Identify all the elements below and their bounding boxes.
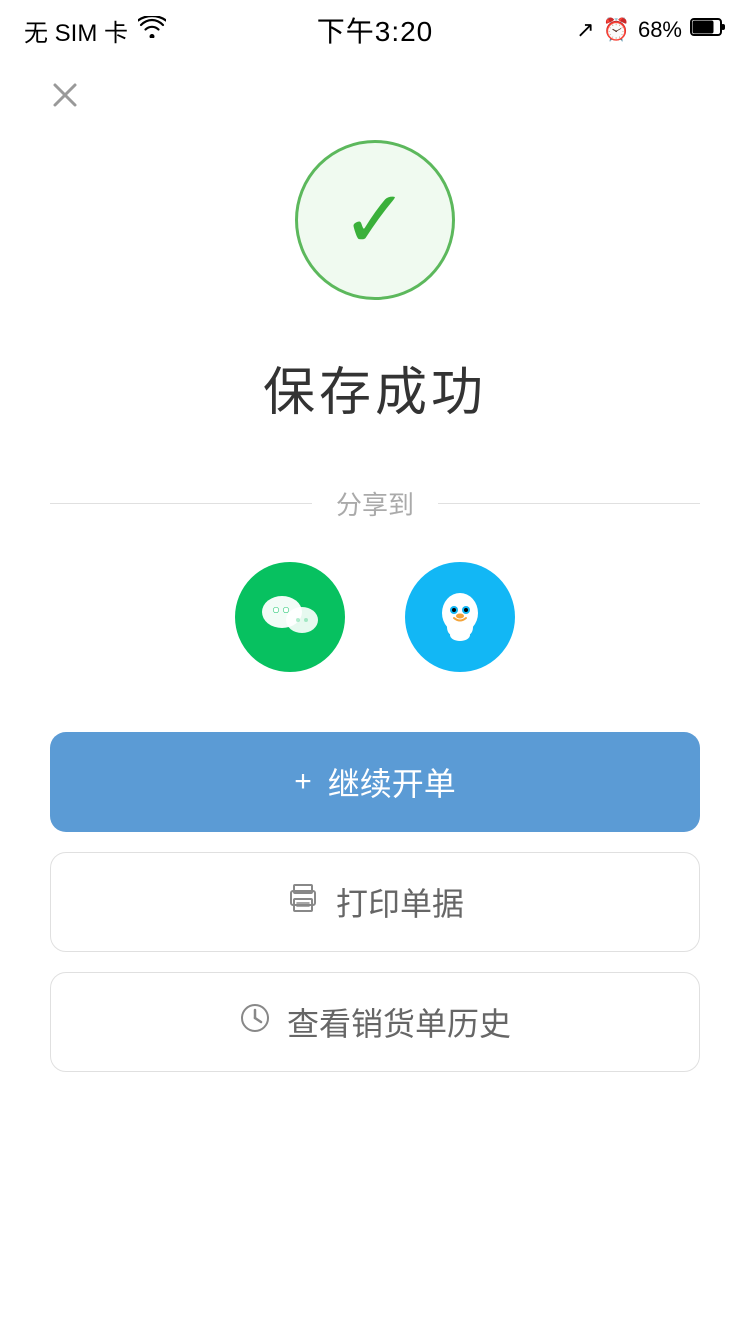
wifi-icon — [138, 16, 166, 44]
share-label: 分享到 — [312, 485, 438, 522]
continue-order-button[interactable]: + 继续开单 — [50, 732, 700, 832]
continue-order-label: 继续开单 — [328, 759, 456, 805]
checkmark-icon: ✓ — [341, 180, 408, 260]
history-label: 查看销货单历史 — [287, 999, 511, 1045]
plus-icon: + — [294, 765, 312, 799]
share-icons-container — [235, 562, 515, 672]
success-title: 保存成功 — [263, 350, 487, 425]
buttons-section: + 继续开单 打印单据 — [0, 732, 750, 1072]
status-time: 下午3:20 — [317, 10, 434, 50]
success-circle: ✓ — [295, 140, 455, 300]
divider-right — [438, 503, 700, 504]
carrier-text: 无 SIM 卡 — [24, 13, 128, 48]
share-divider: 分享到 — [0, 485, 750, 522]
history-button[interactable]: 查看销货单历史 — [50, 972, 700, 1072]
printer-icon — [286, 883, 320, 921]
status-left: 无 SIM 卡 — [24, 13, 166, 48]
alarm-icon: ⏰ — [603, 17, 630, 43]
share-section: 分享到 — [0, 485, 750, 672]
wechat-share-button[interactable] — [235, 562, 345, 672]
clock-icon — [239, 1002, 271, 1042]
main-content: ✓ 保存成功 分享到 — [0, 60, 750, 1072]
print-label: 打印单据 — [336, 879, 464, 925]
status-bar: 无 SIM 卡 下午3:20 ↗ ⏰ 68% — [0, 0, 750, 60]
close-button[interactable] — [40, 70, 90, 120]
status-right: ↗ ⏰ 68% — [576, 17, 726, 43]
qq-share-button[interactable] — [405, 562, 515, 672]
location-icon: ↗ — [576, 17, 594, 43]
divider-left — [50, 503, 312, 504]
print-button[interactable]: 打印单据 — [50, 852, 700, 952]
battery-icon — [690, 17, 726, 43]
battery-text: 68% — [638, 17, 682, 43]
